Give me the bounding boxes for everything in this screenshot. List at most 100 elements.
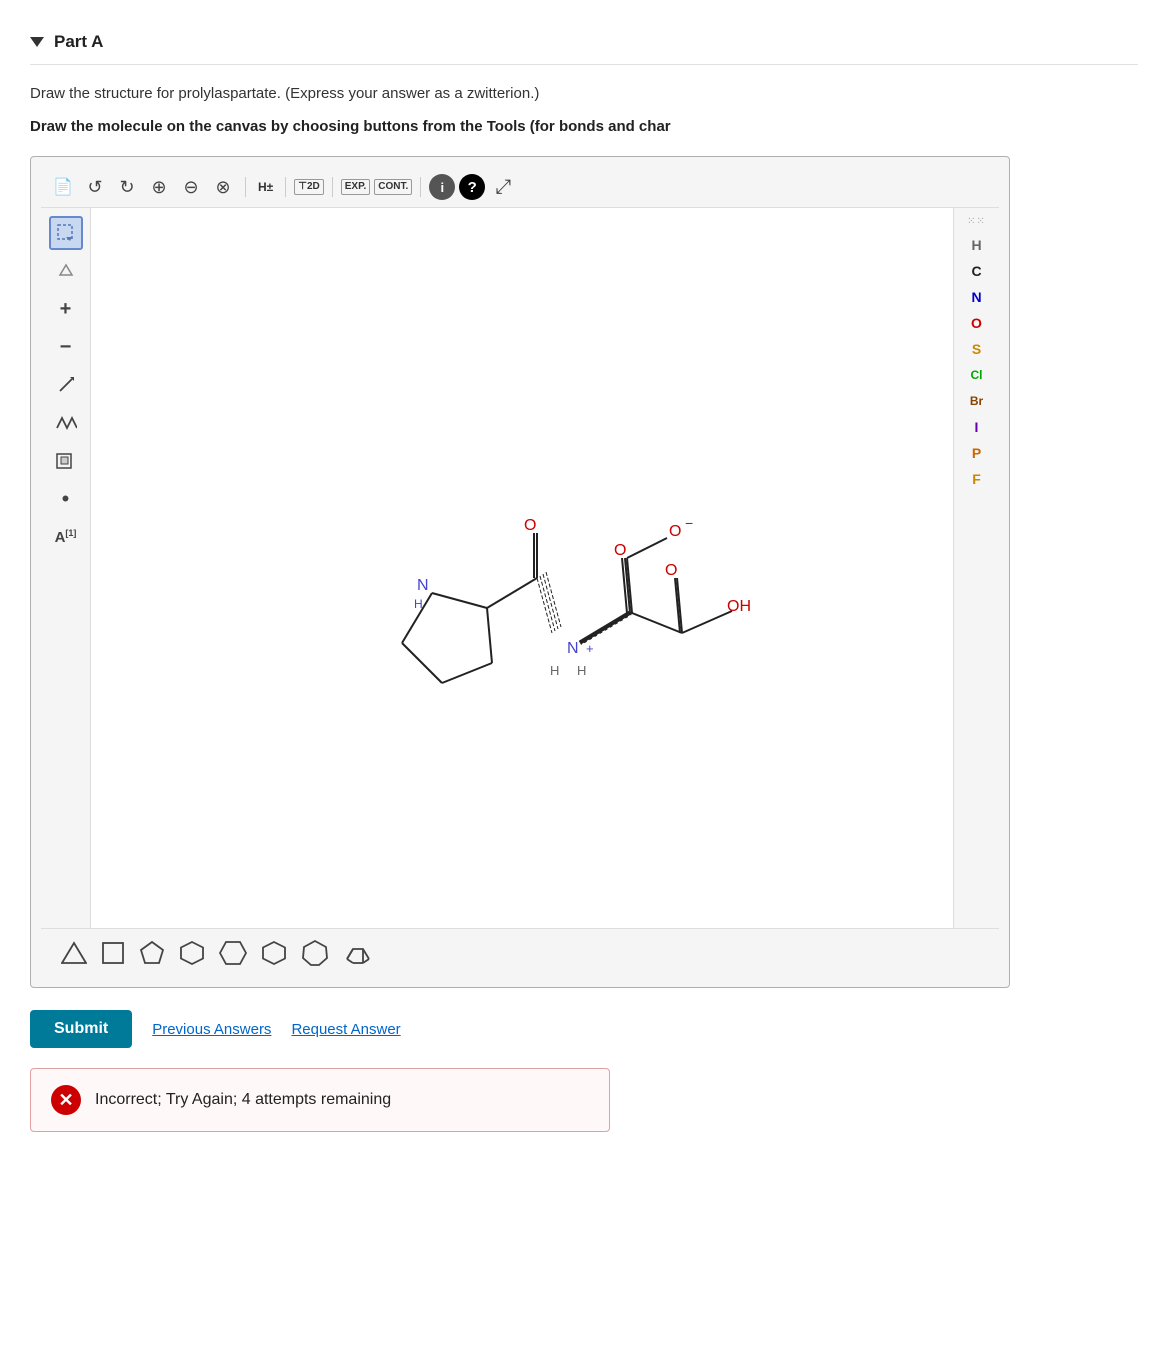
bond-icon	[56, 375, 76, 395]
svg-text:H: H	[414, 597, 423, 611]
pentagon-icon	[139, 940, 165, 966]
shape-toolbar	[41, 928, 999, 977]
h-label-button[interactable]: H±	[254, 178, 277, 196]
heptagon-shape-button[interactable]	[301, 939, 329, 967]
svg-text:+: +	[586, 641, 594, 656]
triangle-shape-button[interactable]	[61, 940, 87, 966]
select-tool-button[interactable]	[49, 216, 83, 250]
text-tool-button[interactable]: A[1]	[49, 520, 83, 554]
element-H-button[interactable]: H	[960, 233, 994, 257]
element-I-button[interactable]: I	[960, 415, 994, 439]
previous-answers-button[interactable]: Previous Answers	[152, 1021, 271, 1038]
add-charge-button[interactable]: +	[49, 292, 83, 326]
element-N-button[interactable]: N	[960, 285, 994, 309]
zoom-in-icon: ⊕	[151, 177, 166, 198]
element-F-button[interactable]: F	[960, 467, 994, 491]
incorrect-message: Incorrect; Try Again; 4 attempts remaini…	[95, 1091, 391, 1109]
new-document-button[interactable]: 📄	[49, 173, 77, 201]
remove-charge-button[interactable]: −	[49, 330, 83, 364]
hexagon-icon	[179, 940, 205, 966]
toolbar-separator-3	[332, 177, 333, 197]
info-button[interactable]: i	[429, 174, 455, 200]
triangle-icon	[61, 940, 87, 966]
svg-text:O: O	[665, 562, 677, 579]
instruction-bold: Draw the molecule on the canvas by choos…	[30, 116, 1138, 139]
cont-button[interactable]: CONT.	[374, 179, 412, 195]
undo-button[interactable]: ↺	[81, 173, 109, 201]
element-P-button[interactable]: P	[960, 441, 994, 465]
collapse-icon[interactable]	[30, 37, 44, 47]
chair-icon	[343, 941, 375, 965]
hexagon-alt-icon	[261, 940, 287, 966]
page-container: Part A Draw the structure for prolylaspa…	[0, 0, 1168, 1152]
dots-pattern: ⁙⁙	[967, 216, 986, 227]
exp-button[interactable]: EXP.	[341, 179, 371, 195]
svg-text:OH: OH	[727, 598, 751, 615]
2d-button[interactable]: ⊤2D	[294, 179, 324, 195]
heptagon-icon	[301, 939, 329, 967]
canvas-editor: 📄 ↺ ↻ ⊕ ⊖ ⊗ H± ⊤2D EXP.	[30, 156, 1010, 988]
zoom-in-button[interactable]: ⊕	[145, 173, 173, 201]
molecule-svg: N H O	[272, 393, 772, 743]
svg-text:O: O	[524, 517, 536, 534]
elements-sidebar: ⁙⁙ H C N O S Cl Br I P F	[953, 208, 999, 928]
incorrect-icon: ✕	[51, 1085, 81, 1115]
zoom-out-icon: ⊖	[183, 177, 198, 198]
svg-text:H: H	[577, 663, 586, 678]
fullscreen-button[interactable]: ⤢	[489, 173, 517, 201]
svg-text:H: H	[550, 663, 559, 678]
editor-toolbar: 📄 ↺ ↻ ⊕ ⊖ ⊗ H± ⊤2D EXP.	[41, 167, 999, 208]
stereo-bond-1	[537, 572, 561, 633]
eraser-icon	[56, 261, 76, 281]
incorrect-banner: ✕ Incorrect; Try Again; 4 attempts remai…	[30, 1068, 610, 1132]
element-Cl-button[interactable]: Cl	[960, 363, 994, 387]
hexagon-shape-button[interactable]	[179, 940, 205, 966]
dot-tool-button[interactable]: •	[49, 482, 83, 516]
part-header: Part A	[30, 20, 1138, 65]
toolbar-separator-2	[285, 177, 286, 197]
svg-text:N: N	[417, 577, 429, 594]
request-answer-button[interactable]: Request Answer	[291, 1021, 400, 1038]
canvas-body: + −	[41, 208, 999, 928]
element-C-button[interactable]: C	[960, 259, 994, 283]
ring-icon	[55, 450, 77, 472]
svg-text:N: N	[567, 640, 579, 657]
hexagon-alt-shape-button[interactable]	[261, 940, 287, 966]
pentagon-shape-button[interactable]	[139, 940, 165, 966]
bond-tool-button[interactable]	[49, 368, 83, 402]
svg-text:O: O	[614, 542, 626, 559]
part-title: Part A	[54, 32, 103, 52]
toolbar-separator-4	[420, 177, 421, 197]
square-shape-button[interactable]	[101, 941, 125, 965]
ring-tool-button[interactable]	[49, 444, 83, 478]
instruction-text: Draw the structure for prolylaspartate. …	[30, 83, 1138, 106]
eraser-tool-button[interactable]	[49, 254, 83, 288]
element-Br-button[interactable]: Br	[960, 389, 994, 413]
submit-button[interactable]: Submit	[30, 1010, 132, 1048]
zoom-out-button[interactable]: ⊖	[177, 173, 205, 201]
element-O-button[interactable]: O	[960, 311, 994, 335]
toolbar-separator-1	[245, 177, 246, 197]
submit-row: Submit Previous Answers Request Answer	[30, 1010, 1138, 1048]
hexagon-flat-icon	[219, 940, 247, 966]
help-button[interactable]: ?	[459, 174, 485, 200]
hexagon-flat-shape-button[interactable]	[219, 940, 247, 966]
dot-icon: •	[62, 486, 70, 512]
tools-sidebar: + −	[41, 208, 91, 928]
svg-text:−: −	[685, 515, 693, 531]
drawing-canvas[interactable]: N H O	[91, 208, 953, 928]
svg-text:O: O	[669, 523, 681, 540]
minus-icon: −	[60, 336, 72, 359]
redo-icon: ↻	[119, 177, 134, 198]
plus-icon: +	[60, 298, 72, 321]
square-icon	[101, 941, 125, 965]
chair-shape-button[interactable]	[343, 941, 375, 965]
redo-button[interactable]: ↻	[113, 173, 141, 201]
stereo-bond-2	[580, 613, 632, 645]
zoom-reset-button[interactable]: ⊗	[209, 173, 237, 201]
chain-tool-button[interactable]	[49, 406, 83, 440]
zoom-reset-icon: ⊗	[215, 177, 230, 198]
chain-icon	[55, 414, 77, 432]
element-S-button[interactable]: S	[960, 337, 994, 361]
undo-icon: ↺	[87, 177, 102, 198]
